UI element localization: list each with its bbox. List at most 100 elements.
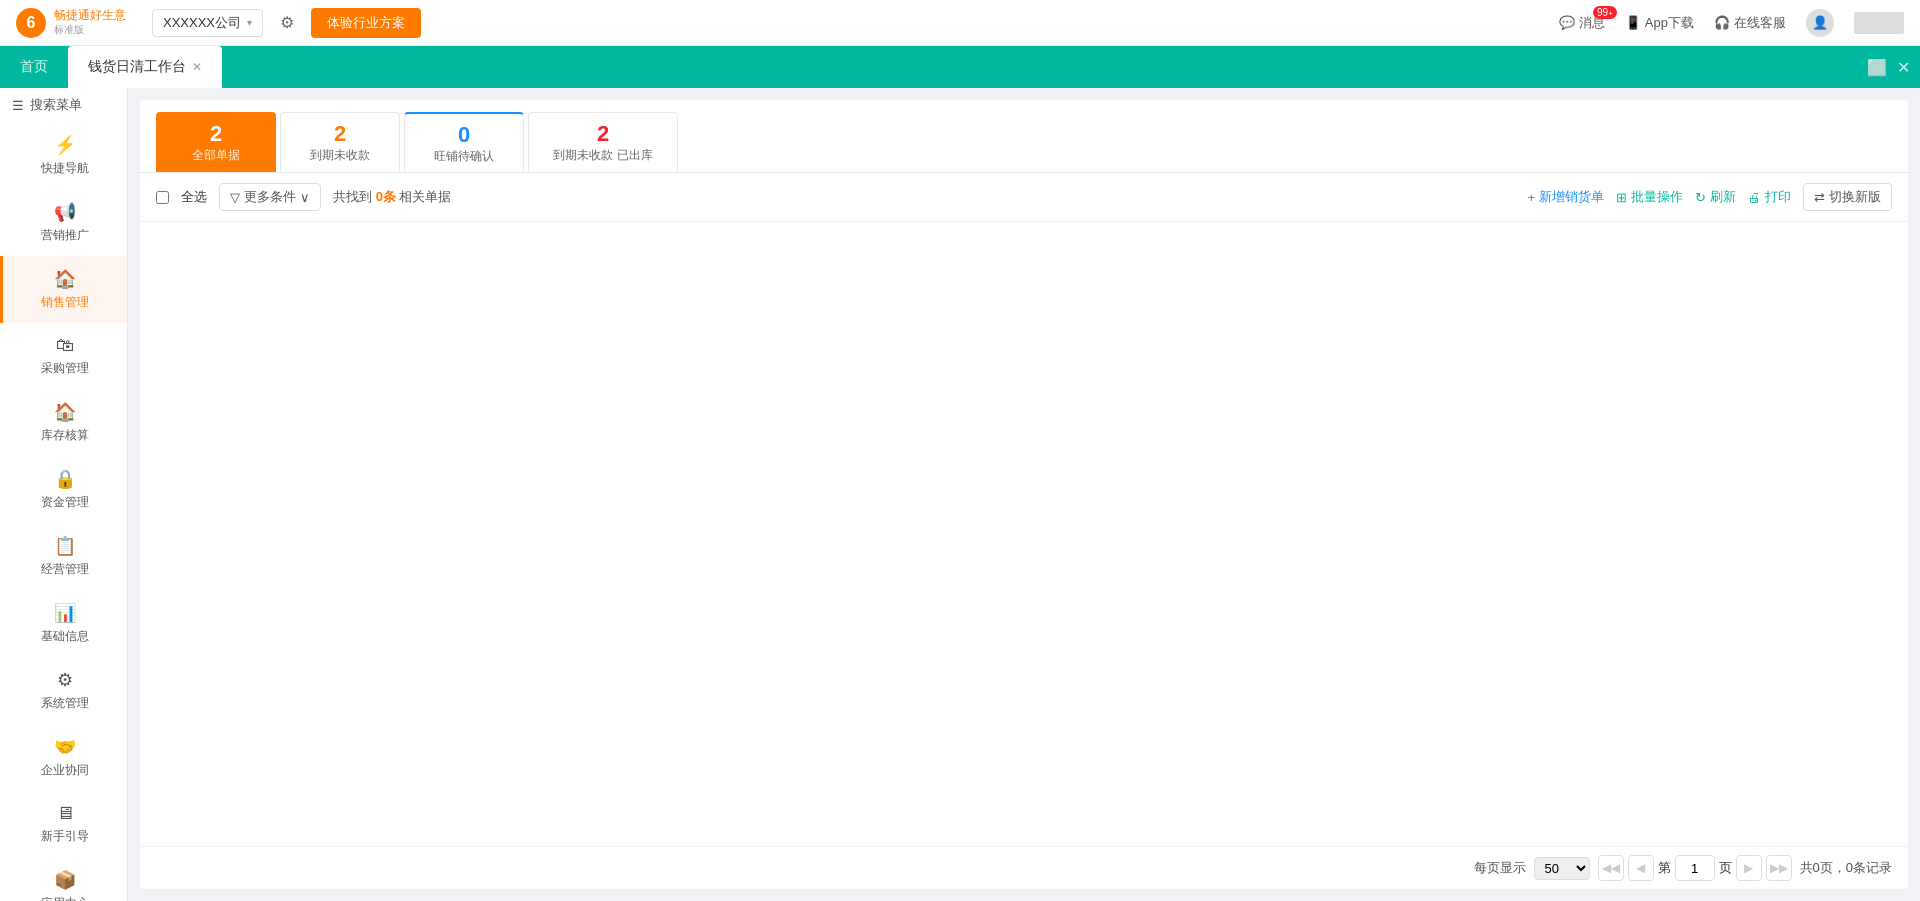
sidebar-item-finance[interactable]: 🔒 资金管理 [0,456,127,523]
sidebar-item-sales[interactable]: 🏠 销售管理 [0,256,127,323]
switch-icon: ⇄ [1814,190,1825,205]
tab-daily-work[interactable]: 钱货日清工作台 ✕ [68,46,222,88]
sidebar-item-inventory[interactable]: 🏠 库存核算 [0,389,127,456]
batch-btn[interactable]: ⊞ 批量操作 [1616,188,1683,206]
prev-page-btn[interactable]: ◀ [1628,855,1654,881]
sidebar-item-label: 库存核算 [41,427,89,444]
logo-name: 畅捷通好生意 [54,8,126,22]
message-icon: 💬 [1559,15,1575,30]
total-info: 共0页，0条记录 [1800,859,1892,877]
search-menu-icon: ☰ [12,98,24,113]
app-center-icon: 📦 [54,869,76,891]
avatar[interactable]: 👤 [1806,9,1834,37]
tab-home[interactable]: 首页 [0,46,68,88]
sidebar-item-marketing[interactable]: 📢 营销推广 [0,189,127,256]
cooperation-icon: 🤝 [54,736,76,758]
found-text: 共找到 0条 相关单据 [333,188,451,206]
sidebar-item-label: 营销推广 [41,227,89,244]
top-right: 💬 消息 99+ 📱 App下载 🎧 在线客服 👤 [1559,9,1904,37]
main-layout: ☰ 搜索菜单 ⚡ 快捷导航 📢 营销推广 🏠 销售管理 🛍 采购管理 🏠 库存核… [0,88,1920,901]
print-btn[interactable]: 🖨 打印 [1748,188,1791,206]
logo-area: 6 畅捷通好生意 标准版 [16,8,144,38]
search-menu[interactable]: ☰ 搜索菜单 [0,88,127,122]
page-nav: ◀◀ ◀ 第 页 ▶ ▶▶ [1598,855,1792,881]
page-di-label: 第 [1658,859,1671,877]
summary-tab-shipped[interactable]: 2 到期未收款 已出库 [528,112,678,172]
sidebar-item-app-center[interactable]: 📦 应用中心 [0,857,127,901]
sidebar-item-label: 应用中心 [41,895,89,901]
marketing-icon: 📢 [54,201,76,223]
sidebar-item-system[interactable]: ⚙ 系统管理 [0,657,127,724]
service-icon: 🎧 [1714,15,1730,30]
summary-num-all: 2 [210,121,222,147]
system-icon: ⚙ [57,669,73,691]
page-size-select[interactable]: 50 10 20 100 [1534,857,1590,880]
sidebar-item-operations[interactable]: 📋 经营管理 [0,523,127,590]
filter-btn[interactable]: ▽ 更多条件 ∨ [219,183,321,211]
toolbar: 全选 ▽ 更多条件 ∨ 共找到 0条 相关单据 + 新增销货单 [140,173,1908,222]
refresh-btn[interactable]: ↻ 刷新 [1695,188,1736,206]
page-size-label: 每页显示 [1474,859,1526,877]
summary-num-shipped: 2 [597,121,609,147]
empty-area [140,222,1908,846]
user-name [1854,12,1904,34]
online-service-btn[interactable]: 🎧 在线客服 [1714,14,1786,32]
search-menu-label: 搜索菜单 [30,96,82,114]
tab-close-icon[interactable]: ✕ [192,60,202,74]
sidebar-item-label: 企业协同 [41,762,89,779]
first-page-btn[interactable]: ◀◀ [1598,855,1624,881]
filter-chevron-icon: ∨ [300,190,310,205]
summary-tab-overdue[interactable]: 2 到期未收款 [280,112,400,172]
message-btn[interactable]: 💬 消息 99+ [1559,14,1605,32]
quick-nav-icon: ⚡ [54,134,76,156]
page-label: 页 [1719,859,1732,877]
add-sales-btn[interactable]: + 新增销货单 [1527,188,1604,206]
summary-num-overdue: 2 [334,121,346,147]
finance-icon: 🔒 [54,468,76,490]
company-selector[interactable]: XXXXXX公司 ▾ [152,9,263,37]
app-download-btn[interactable]: 📱 App下载 [1625,14,1694,32]
nav-tab-icons: ⬜ ✕ [1867,58,1920,77]
summary-tab-all[interactable]: 2 全部单据 [156,112,276,172]
avatar-icon: 👤 [1812,15,1828,30]
app-icon: 📱 [1625,15,1641,30]
switch-version-btn[interactable]: ⇄ 切换新版 [1803,183,1892,211]
last-page-btn[interactable]: ▶▶ [1766,855,1792,881]
nav-tabs: 首页 钱货日清工作台 ✕ ⬜ ✕ [0,46,1920,88]
sidebar-item-label: 新手引导 [41,828,89,845]
sidebar-item-label: 采购管理 [41,360,89,377]
sidebar-item-quick-nav[interactable]: ⚡ 快捷导航 [0,122,127,189]
summary-label-overdue: 到期未收款 [310,147,370,164]
add-icon: + [1527,190,1535,205]
content-area: 2 全部单据 2 到期未收款 0 旺铺待确认 2 到期未收款 已出库 [128,88,1920,901]
summary-tab-wangpu[interactable]: 0 旺铺待确认 [404,112,524,172]
summary-tabs: 2 全部单据 2 到期未收款 0 旺铺待确认 2 到期未收款 已出库 [140,100,1908,173]
sidebar-item-label: 快捷导航 [41,160,89,177]
sales-icon: 🏠 [54,268,76,290]
company-chevron-icon: ▾ [247,17,252,28]
sidebar: ☰ 搜索菜单 ⚡ 快捷导航 📢 营销推广 🏠 销售管理 🛍 采购管理 🏠 库存核… [0,88,128,901]
switch-label: 切换新版 [1829,188,1881,206]
content-inner: 2 全部单据 2 到期未收款 0 旺铺待确认 2 到期未收款 已出库 [140,100,1908,889]
select-all-label: 全选 [181,188,207,206]
close-window-icon[interactable]: ✕ [1897,58,1910,77]
print-label: 打印 [1765,188,1791,206]
filter-icon: ▽ [230,190,240,205]
sidebar-item-label: 销售管理 [41,294,89,311]
select-all-checkbox[interactable] [156,191,169,204]
experience-btn[interactable]: 体验行业方案 [311,8,421,38]
logo-sub: 标准版 [54,23,126,37]
restore-icon[interactable]: ⬜ [1867,58,1887,77]
inventory-icon: 🏠 [54,401,76,423]
settings-icon[interactable]: ⚙ [271,7,303,39]
sidebar-item-guide[interactable]: 🖥 新手引导 [0,791,127,857]
sidebar-item-cooperation[interactable]: 🤝 企业协同 [0,724,127,791]
top-bar: 6 畅捷通好生意 标准版 XXXXXX公司 ▾ ⚙ 体验行业方案 💬 消息 99… [0,0,1920,46]
sidebar-item-purchase[interactable]: 🛍 采购管理 [0,323,127,389]
guide-icon: 🖥 [56,803,74,824]
toolbar-right: + 新增销货单 ⊞ 批量操作 ↻ 刷新 🖨 打印 [1527,183,1892,211]
summary-label-shipped: 到期未收款 已出库 [553,147,652,164]
sidebar-item-basic-info[interactable]: 📊 基础信息 [0,590,127,657]
page-input[interactable] [1675,855,1715,881]
next-page-btn[interactable]: ▶ [1736,855,1762,881]
